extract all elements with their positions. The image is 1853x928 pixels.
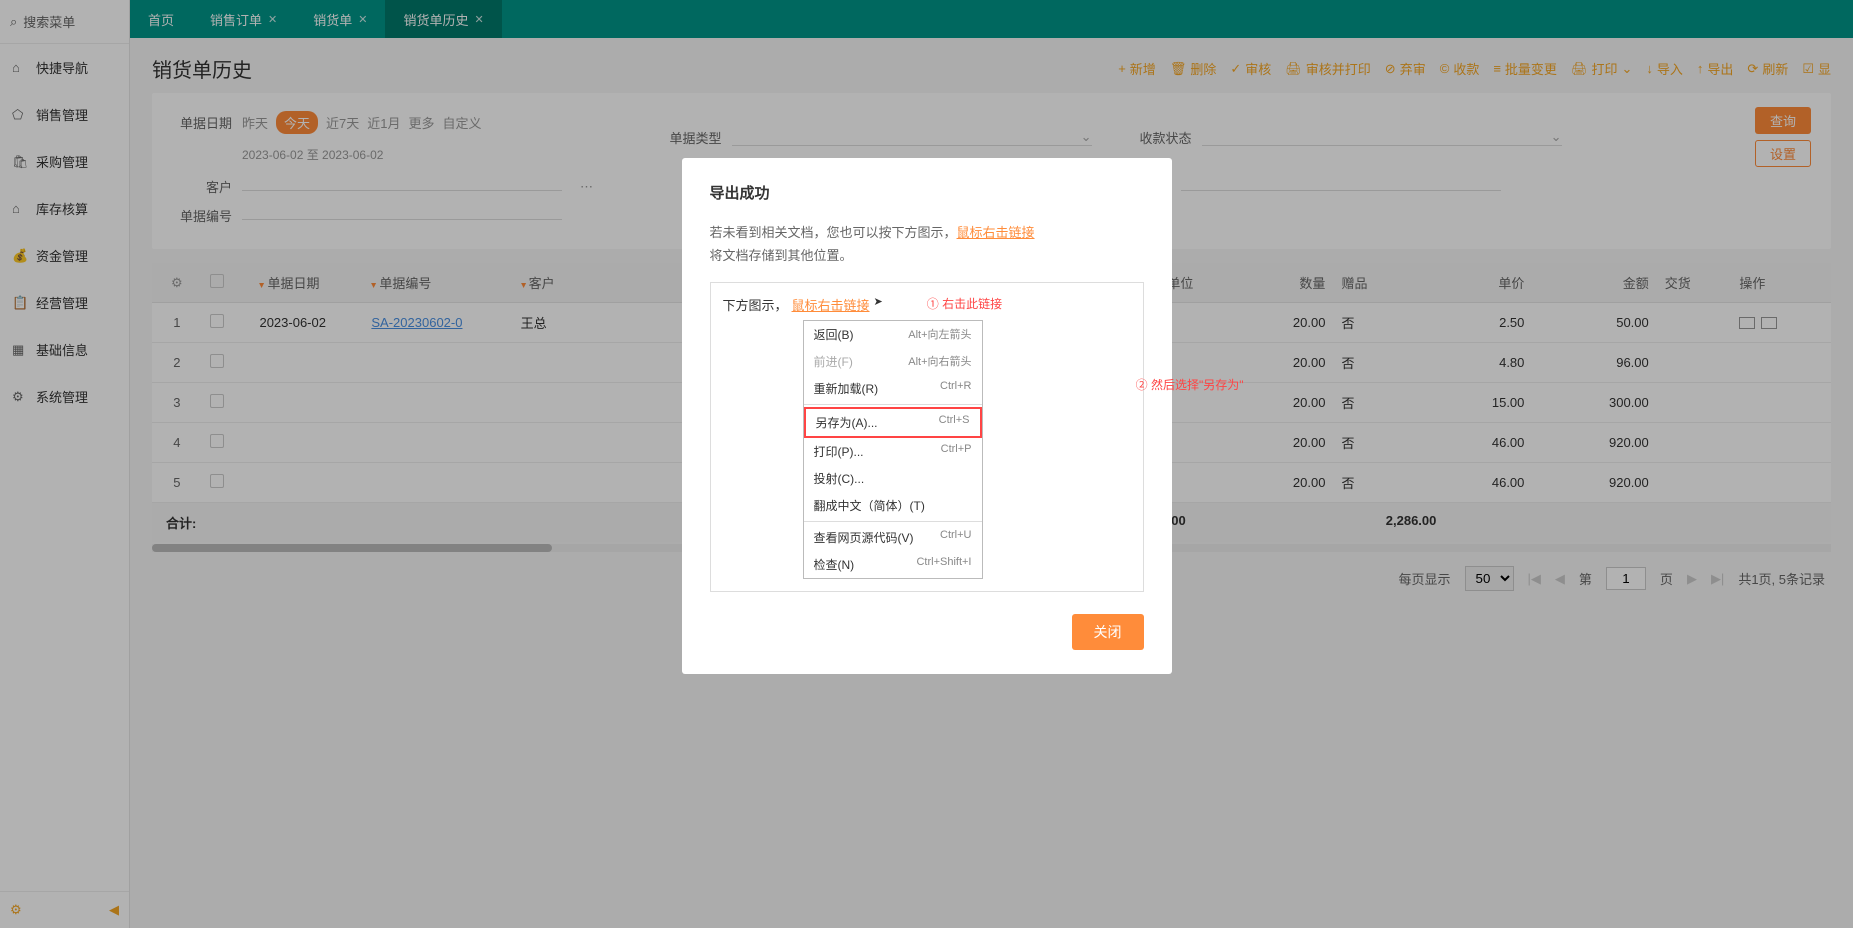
ctx-item: 打印(P)... Ctrl+P: [804, 438, 982, 465]
ctx-shortcut: Alt+向左箭头: [908, 326, 971, 343]
ctx-label: 返回(B): [814, 326, 854, 343]
ctx-item: 查看网页源代码(V) Ctrl+U: [804, 524, 982, 551]
ctx-shortcut: Ctrl+S: [939, 414, 970, 431]
ctx-item: 前进(F) Alt+向右箭头: [804, 348, 982, 375]
ctx-item: 另存为(A)... Ctrl+S: [804, 407, 982, 438]
context-menu-illustration: 返回(B) Alt+向左箭头前进(F) Alt+向右箭头重新加载(R) Ctrl+R 另…: [803, 320, 983, 579]
ctx-shortcut: Ctrl+U: [940, 529, 971, 546]
ctx-item: 翻成中文（简体）(T): [804, 492, 982, 519]
ctx-label: 打印(P)...: [814, 443, 864, 460]
ctx-item: 重新加载(R) Ctrl+R: [804, 375, 982, 402]
ctx-shortcut: Ctrl+P: [941, 443, 972, 460]
ctx-label: 查看网页源代码(V): [814, 529, 914, 546]
modal-overlay: 导出成功 若未看到相关文档，您也可以按下方图示，鼠标右击链接 将文档存储到其他位…: [0, 0, 1853, 928]
ctx-separator: [804, 521, 982, 522]
ctx-shortcut: Alt+向右箭头: [908, 353, 971, 370]
close-button[interactable]: 关闭: [1072, 614, 1144, 650]
ctx-label: 投射(C)...: [814, 470, 865, 487]
ctx-separator: [804, 404, 982, 405]
instr-prefix: 下方图示，: [723, 295, 788, 314]
instr-link: 鼠标右击链接: [792, 295, 870, 314]
instruction-box: 下方图示， 鼠标右击链接 ➤ ① 右击此链接 返回(B) Alt+向左箭头前进(F…: [710, 282, 1144, 592]
export-success-modal: 导出成功 若未看到相关文档，您也可以按下方图示，鼠标右击链接 将文档存储到其他位…: [682, 158, 1172, 674]
modal-title: 导出成功: [710, 182, 1144, 203]
ctx-item: 检查(N) Ctrl+Shift+I: [804, 551, 982, 578]
right-click-link[interactable]: 鼠标右击链接: [957, 225, 1035, 240]
ctx-label: 翻成中文（简体）(T): [814, 497, 925, 514]
ctx-label: 检查(N): [814, 556, 855, 573]
ctx-shortcut: Ctrl+R: [940, 380, 971, 397]
ctx-label: 另存为(A)...: [816, 414, 878, 431]
ctx-label: 重新加载(R): [814, 380, 879, 397]
callout-1: ① 右击此链接: [927, 295, 1002, 312]
ctx-item: 返回(B) Alt+向左箭头: [804, 321, 982, 348]
ctx-shortcut: Ctrl+Shift+I: [916, 556, 971, 573]
modal-text: 若未看到相关文档，您也可以按下方图示，鼠标右击链接 将文档存储到其他位置。: [710, 221, 1144, 268]
cursor-icon: ➤: [874, 295, 883, 308]
ctx-label: 前进(F): [814, 353, 853, 370]
ctx-item: 投射(C)...: [804, 465, 982, 492]
callout-2: ② 然后选择"另存为": [1136, 376, 1244, 393]
